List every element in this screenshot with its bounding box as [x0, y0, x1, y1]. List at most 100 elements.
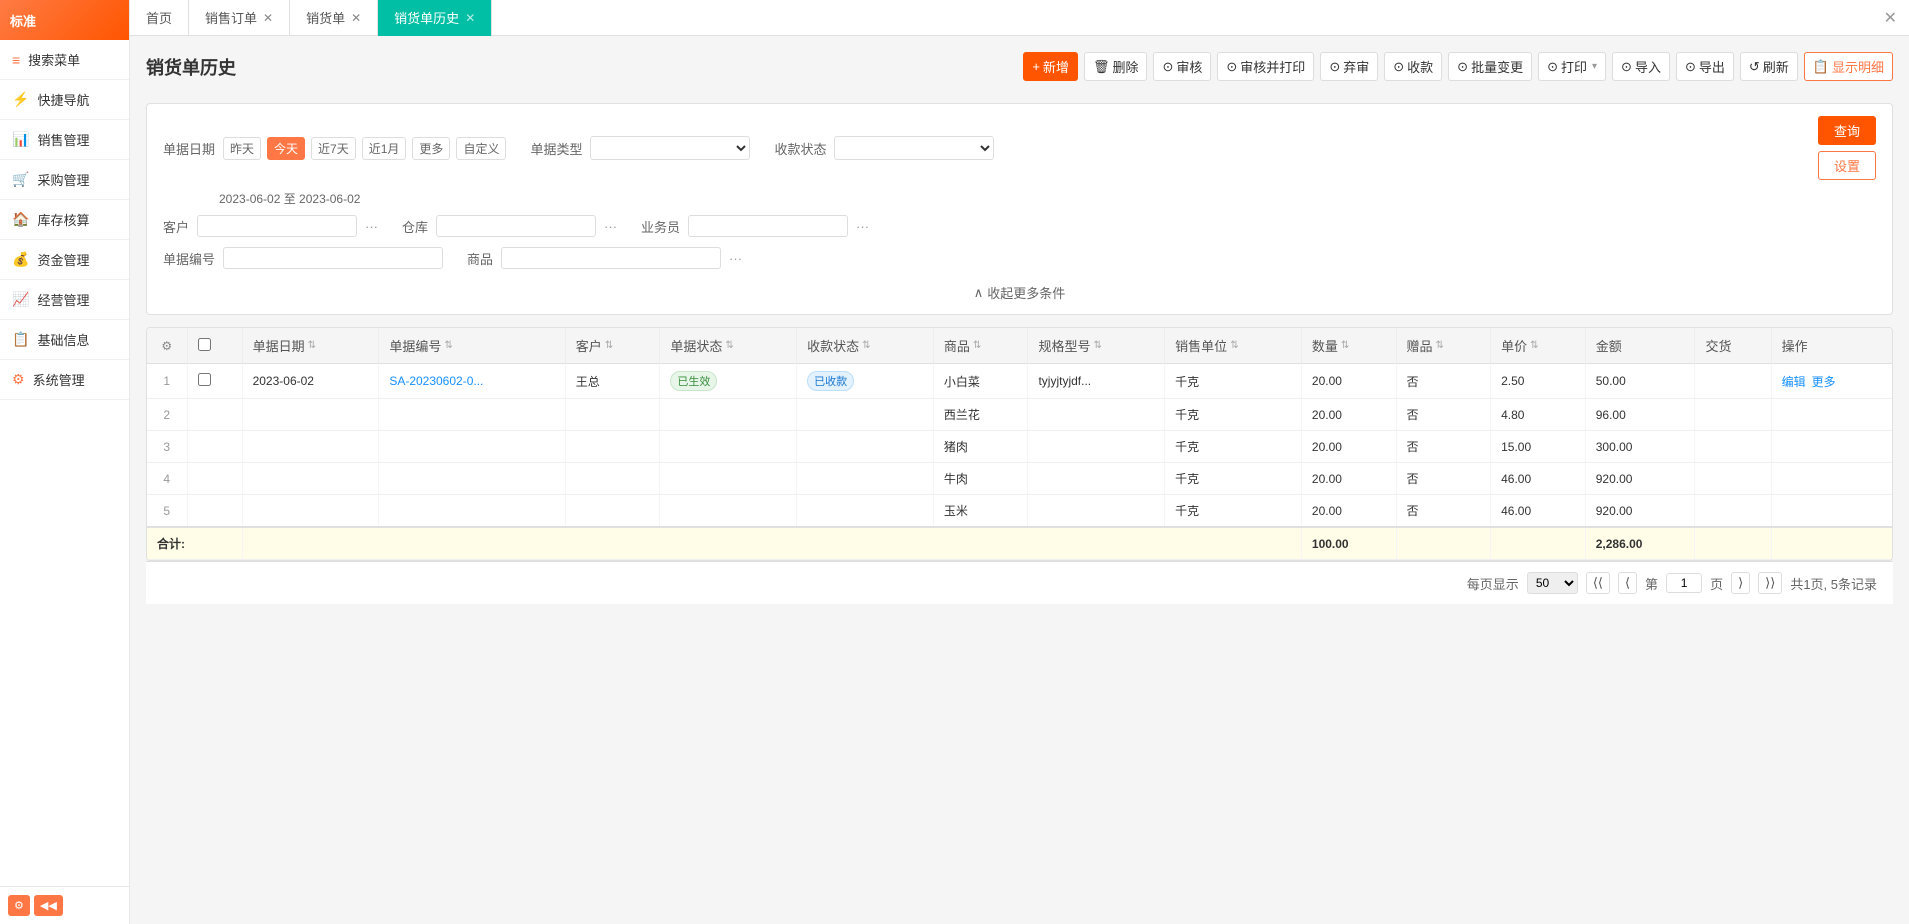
doc-number-input[interactable]	[223, 247, 443, 269]
date-btn-7days[interactable]: 近7天	[311, 137, 356, 160]
tab-bar-close-all[interactable]: ✕	[1872, 8, 1909, 28]
sidebar-item-inventory[interactable]: 🏠 库存核算	[0, 200, 129, 240]
warehouse-dots[interactable]: ···	[604, 219, 617, 234]
audit-button[interactable]: ⊙ 审核	[1153, 52, 1211, 81]
tab-sales-order[interactable]: 销售订单 ✕	[189, 0, 290, 36]
row-customer	[565, 463, 660, 495]
select-all-checkbox[interactable]	[198, 338, 211, 351]
tab-sales-order-close[interactable]: ✕	[263, 11, 273, 25]
sidebar-item-basic-info[interactable]: 📋 基础信息	[0, 320, 129, 360]
page-number-input[interactable]	[1666, 573, 1702, 593]
sidebar-item-quick-nav[interactable]: ⚡ 快捷导航	[0, 80, 129, 120]
doc-number-link[interactable]: SA-20230602-0...	[389, 374, 483, 388]
customer-dots[interactable]: ···	[365, 219, 378, 234]
page-next-btn[interactable]: ⟩	[1731, 572, 1750, 594]
collapse-button[interactable]: ∧ 收起更多条件	[974, 283, 1066, 302]
product-dots[interactable]: ···	[729, 251, 742, 266]
tab-sales-goods[interactable]: 销货单 ✕	[290, 0, 378, 36]
sidebar-settings-btn[interactable]: ⚙	[8, 895, 30, 916]
page-prev-btn[interactable]: ⟨	[1618, 572, 1637, 594]
salesperson-input[interactable]	[688, 215, 848, 237]
th-doc-number[interactable]: 单据编号 ⇅	[379, 328, 565, 364]
th-product[interactable]: 商品 ⇅	[933, 328, 1028, 364]
th-collection-status[interactable]: 收款状态 ⇅	[797, 328, 934, 364]
row-checkbox	[187, 495, 242, 528]
th-doc-date[interactable]: 单据日期 ⇅	[242, 328, 379, 364]
customer-input[interactable]	[197, 215, 357, 237]
row-quantity: 20.00	[1301, 495, 1396, 528]
set-button[interactable]: 设置	[1818, 151, 1876, 180]
collection-status-select[interactable]	[834, 136, 994, 160]
page-size-select[interactable]: 50 100 200	[1527, 572, 1578, 594]
product-input[interactable]	[501, 247, 721, 269]
row-doc-date	[242, 399, 379, 431]
th-gift[interactable]: 赠品 ⇅	[1396, 328, 1491, 364]
sidebar-item-operation[interactable]: 📈 经营管理	[0, 280, 129, 320]
table-wrapper: ⚙ 单据日期 ⇅ 单据编号 ⇅	[146, 327, 1893, 561]
customer-label: 客户	[163, 217, 189, 236]
abandon-label: 弃审	[1343, 57, 1369, 76]
abandon-button[interactable]: ⊙ 弃审	[1320, 52, 1378, 81]
audit-print-button[interactable]: ⊙ 审核并打印	[1217, 52, 1314, 81]
sidebar-item-system-mgmt[interactable]: ⚙ 系统管理	[0, 360, 129, 400]
import-button[interactable]: ⊙ 导入	[1612, 52, 1670, 81]
add-button[interactable]: + 新增	[1023, 52, 1078, 81]
th-settings[interactable]: ⚙	[147, 328, 187, 364]
audit-print-label: 审核并打印	[1240, 57, 1305, 76]
row-select-checkbox[interactable]	[198, 373, 211, 386]
sidebar-collapse-btn[interactable]: ◀◀	[34, 895, 63, 916]
warehouse-input[interactable]	[436, 215, 596, 237]
row-doc-number	[379, 495, 565, 528]
sidebar-item-purchase-mgmt[interactable]: 🛒 采购管理	[0, 160, 129, 200]
export-button[interactable]: ⊙ 导出	[1676, 52, 1734, 81]
th-doc-status[interactable]: 单据状态 ⇅	[660, 328, 797, 364]
doc-number-filter-item: 单据编号	[163, 247, 443, 269]
tab-home[interactable]: 首页	[130, 0, 189, 36]
th-customer[interactable]: 客户 ⇅	[565, 328, 660, 364]
summary-spacer4	[1695, 527, 1771, 560]
row-settings: 2	[147, 399, 187, 431]
batch-change-button[interactable]: ⊙ 批量变更	[1448, 52, 1532, 81]
refresh-button[interactable]: ↺ 刷新	[1740, 52, 1798, 81]
sort-icon-spec: ⇅	[1093, 340, 1101, 351]
more-action[interactable]: 更多	[1812, 373, 1836, 390]
row-gift: 否	[1396, 431, 1491, 463]
page-first-btn[interactable]: ⟨⟨	[1586, 572, 1610, 594]
show-detail-button[interactable]: 📋 显示明细	[1804, 52, 1893, 81]
doc-type-select[interactable]	[590, 136, 750, 160]
edit-action[interactable]: 编辑	[1782, 373, 1806, 390]
row-transaction	[1695, 463, 1771, 495]
row-amount: 920.00	[1585, 463, 1695, 495]
sidebar-item-search-menu[interactable]: ≡ 搜索菜单	[0, 40, 129, 80]
tab-sales-history-close[interactable]: ✕	[465, 11, 475, 25]
row-unit: 千克	[1165, 431, 1302, 463]
page-last-btn[interactable]: ⟩⟩	[1758, 572, 1782, 594]
sidebar-item-label: 快捷导航	[37, 90, 89, 109]
date-btn-today[interactable]: 今天	[267, 137, 305, 160]
basic-info-icon: 📋	[12, 331, 29, 348]
tab-sales-history[interactable]: 销货单历史 ✕	[378, 0, 492, 36]
th-transaction-label: 交货	[1705, 339, 1731, 354]
tab-sales-goods-close[interactable]: ✕	[351, 11, 361, 25]
date-btn-custom[interactable]: 自定义	[456, 137, 506, 160]
sidebar: 标准 ≡ 搜索菜单 ⚡ 快捷导航 📊 销售管理 🛒 采购管理 🏠 库存核算 💰 …	[0, 0, 130, 924]
row-actions	[1771, 495, 1892, 528]
th-unit-price[interactable]: 单价 ⇅	[1491, 328, 1586, 364]
toolbar: + 新增 🗑 删除 ⊙ 审核 ⊙ 审核并打印 ⊙ 弃审	[1023, 52, 1893, 81]
th-doc-number-label: 单据编号	[389, 336, 441, 355]
collect-button[interactable]: ⊙ 收款	[1384, 52, 1442, 81]
row-gift: 否	[1396, 399, 1491, 431]
th-unit[interactable]: 销售单位 ⇅	[1165, 328, 1302, 364]
print-button[interactable]: ⊙ 打印 ▾	[1538, 52, 1606, 81]
query-button[interactable]: 查询	[1818, 116, 1876, 145]
salesperson-dots[interactable]: ···	[856, 219, 869, 234]
sidebar-item-sales-mgmt[interactable]: 📊 销售管理	[0, 120, 129, 160]
th-spec[interactable]: 规格型号 ⇅	[1028, 328, 1165, 364]
sidebar-item-finance[interactable]: 💰 资金管理	[0, 240, 129, 280]
date-btn-yesterday[interactable]: 昨天	[223, 137, 261, 160]
customer-filter-item: 客户 ···	[163, 215, 378, 237]
date-btn-1month[interactable]: 近1月	[362, 137, 407, 160]
date-btn-more[interactable]: 更多	[412, 137, 450, 160]
th-quantity[interactable]: 数量 ⇅	[1301, 328, 1396, 364]
delete-button[interactable]: 🗑 删除	[1084, 52, 1148, 81]
